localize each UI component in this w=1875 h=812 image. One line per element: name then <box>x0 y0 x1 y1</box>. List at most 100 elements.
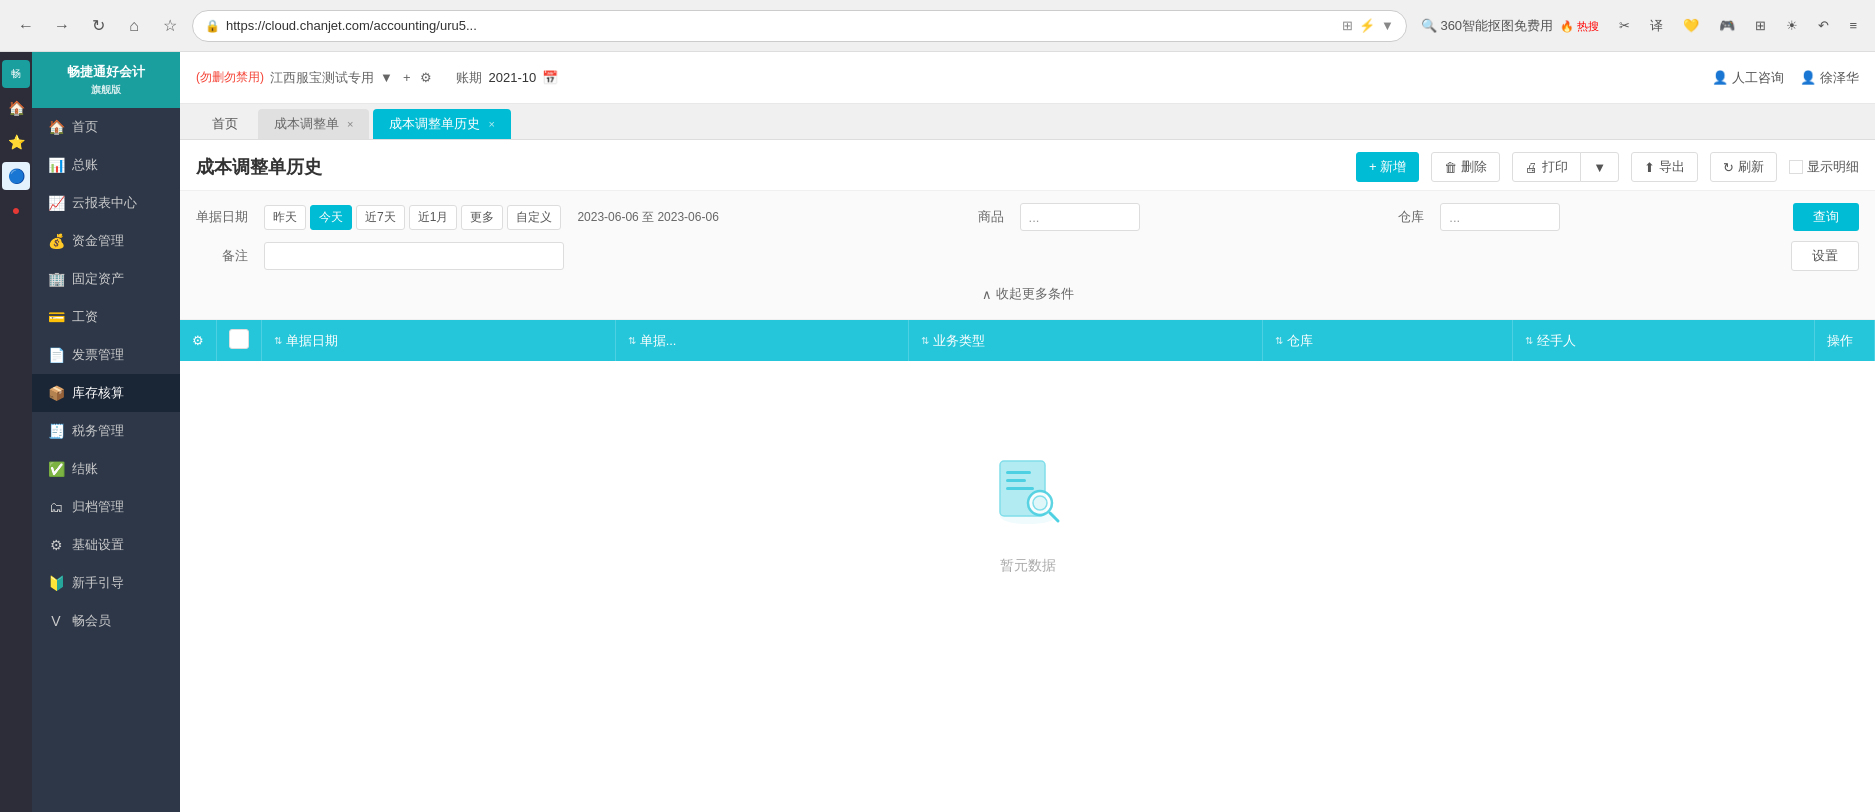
calendar-icon[interactable]: 📅 <box>542 70 558 85</box>
icon-rail-active[interactable]: 🔵 <box>2 162 30 190</box>
tab-cost-adjust-close[interactable]: × <box>347 118 353 130</box>
sidebar-item-invoice-label: 发票管理 <box>72 346 124 364</box>
goods-selector[interactable]: ... <box>1020 203 1140 231</box>
sidebar-item-assets[interactable]: 🏢 固定资产 <box>32 260 180 298</box>
table-header-row: ⚙ ⇅ 单据日期 <box>180 320 1875 361</box>
ledger-icon: 📊 <box>48 157 64 173</box>
user-action[interactable]: 👤 徐泽华 <box>1800 69 1859 87</box>
sidebar-item-close-label: 结账 <box>72 460 98 478</box>
settings-col-icon: ⚙ <box>192 333 204 348</box>
date-custom[interactable]: 自定义 <box>507 205 561 230</box>
funds-icon: 💰 <box>48 233 64 249</box>
company-selector[interactable]: (勿删勿禁用) 江西服宝测试专用 ▼ + ⚙ <box>196 69 432 87</box>
add-icon: + <box>403 70 411 85</box>
star-button[interactable]: ☆ <box>156 12 184 40</box>
select-all-checkbox[interactable] <box>229 329 249 349</box>
sidebar-item-ledger[interactable]: 📊 总账 <box>32 146 180 184</box>
inventory-icon: 📦 <box>48 385 64 401</box>
logo-sub-text: 旗舰版 <box>91 83 121 97</box>
home-button[interactable]: ⌂ <box>120 12 148 40</box>
forward-button[interactable]: → <box>48 12 76 40</box>
note-input[interactable] <box>264 242 564 270</box>
assets-icon: 🏢 <box>48 271 64 287</box>
sort-biz-icon: ⇅ <box>921 335 929 346</box>
sidebar-item-archive[interactable]: 🗂 归档管理 <box>32 488 180 526</box>
scissors-icon[interactable]: ✂ <box>1613 14 1636 37</box>
icon-rail-chanjet[interactable]: 畅 <box>2 60 30 88</box>
th-number[interactable]: ⇅ 单据... <box>615 320 908 361</box>
th-checkbox[interactable] <box>217 320 262 361</box>
sidebar-item-settings-label: 基础设置 <box>72 536 124 554</box>
export-button[interactable]: ⬆ 导出 <box>1631 152 1698 182</box>
wallet-icon[interactable]: 💛 <box>1677 14 1705 37</box>
query-button[interactable]: 查询 <box>1793 203 1859 231</box>
sidebar-item-reports[interactable]: 📈 云报表中心 <box>32 184 180 222</box>
sidebar-item-settings[interactable]: ⚙ 基础设置 <box>32 526 180 564</box>
print-dropdown-button[interactable]: ▼ <box>1580 152 1619 182</box>
delete-icon: 🗑 <box>1444 160 1457 175</box>
th-warehouse[interactable]: ⇅ 仓库 <box>1262 320 1512 361</box>
sidebar-item-reports-label: 云报表中心 <box>72 194 137 212</box>
tab-cost-adjust[interactable]: 成本调整单 × <box>258 109 369 139</box>
period-info: 账期 2021-10 📅 <box>456 69 558 87</box>
vip-icon: V <box>48 613 64 629</box>
icon-rail-red[interactable]: ● <box>2 196 30 224</box>
print-icon: 🖨 <box>1525 160 1538 175</box>
sidebar-item-close[interactable]: ✅ 结账 <box>32 450 180 488</box>
refresh-button[interactable]: ↻ 刷新 <box>1710 152 1777 182</box>
goods-filter-label: 商品 <box>952 208 1004 226</box>
sidebar-item-home[interactable]: 🏠 首页 <box>32 108 180 146</box>
back-button[interactable]: ← <box>12 12 40 40</box>
menu-icon[interactable]: ≡ <box>1843 14 1863 37</box>
sidebar-item-home-label: 首页 <box>72 118 98 136</box>
filter-row-note: 备注 设置 <box>196 241 1859 271</box>
undo-icon[interactable]: ↶ <box>1812 14 1835 37</box>
warehouse-placeholder: ... <box>1449 210 1460 225</box>
icon-rail-star[interactable]: ⭐ <box>2 128 30 156</box>
brightness-icon[interactable]: ☀ <box>1780 14 1804 37</box>
th-handler[interactable]: ⇅ 经手人 <box>1512 320 1814 361</box>
print-button[interactable]: 🖨 打印 <box>1512 152 1581 182</box>
sidebar-item-funds[interactable]: 💰 资金管理 <box>32 222 180 260</box>
sidebar-item-invoice[interactable]: 📄 发票管理 <box>32 336 180 374</box>
th-settings[interactable]: ⚙ <box>180 320 217 361</box>
sidebar-item-salary[interactable]: 💳 工资 <box>32 298 180 336</box>
date-more[interactable]: 更多 <box>461 205 503 230</box>
search-bar[interactable]: 🔍 360智能抠图免费用 🔥 热搜 <box>1415 13 1606 39</box>
date-today[interactable]: 今天 <box>310 205 352 230</box>
period-value: 2021-10 <box>488 70 536 85</box>
sidebar-item-vip[interactable]: V 畅会员 <box>32 602 180 640</box>
icon-rail-home[interactable]: 🏠 <box>2 94 30 122</box>
delete-button[interactable]: 🗑 删除 <box>1431 152 1500 182</box>
logo-main-text: 畅捷通好会计 <box>67 63 145 81</box>
service-action[interactable]: 👤 人工咨询 <box>1712 69 1784 87</box>
sidebar-item-vip-label: 畅会员 <box>72 612 111 630</box>
tab-cost-adjust-history-close[interactable]: × <box>488 118 494 130</box>
tab-cost-adjust-history-label: 成本调整单历史 <box>389 115 480 133</box>
th-date[interactable]: ⇅ 单据日期 <box>262 320 616 361</box>
goods-placeholder: ... <box>1029 210 1040 225</box>
sidebar-item-guide[interactable]: 🔰 新手引导 <box>32 564 180 602</box>
game-icon[interactable]: 🎮 <box>1713 14 1741 37</box>
date-7days[interactable]: 近7天 <box>356 205 405 230</box>
icon-rail: 畅 🏠 ⭐ 🔵 ● <box>0 52 32 812</box>
tab-home[interactable]: 首页 <box>196 109 254 139</box>
address-bar[interactable]: 🔒 https://cloud.chanjet.com/accounting/u… <box>192 10 1407 42</box>
sidebar-item-tax[interactable]: 🧾 税务管理 <box>32 412 180 450</box>
sidebar-item-inventory[interactable]: 📦 库存核算 <box>32 374 180 412</box>
grid-icon[interactable]: ⊞ <box>1749 14 1772 37</box>
display-toggle[interactable]: 显示明细 <box>1789 158 1859 176</box>
setting-button[interactable]: 设置 <box>1791 241 1859 271</box>
refresh-button[interactable]: ↻ <box>84 12 112 40</box>
new-button[interactable]: + 新增 <box>1356 152 1419 182</box>
date-1month[interactable]: 近1月 <box>409 205 458 230</box>
collapse-button[interactable]: ∧ 收起更多条件 <box>974 281 1082 307</box>
th-biz-type[interactable]: ⇅ 业务类型 <box>909 320 1263 361</box>
translate-icon[interactable]: 译 <box>1644 13 1669 39</box>
warehouse-selector[interactable]: ... <box>1440 203 1560 231</box>
close-books-icon: ✅ <box>48 461 64 477</box>
date-yesterday[interactable]: 昨天 <box>264 205 306 230</box>
tab-cost-adjust-history[interactable]: 成本调整单历史 × <box>373 109 510 139</box>
sidebar-item-inventory-label: 库存核算 <box>72 384 124 402</box>
table-container: ⚙ ⇅ 单据日期 <box>180 320 1875 655</box>
